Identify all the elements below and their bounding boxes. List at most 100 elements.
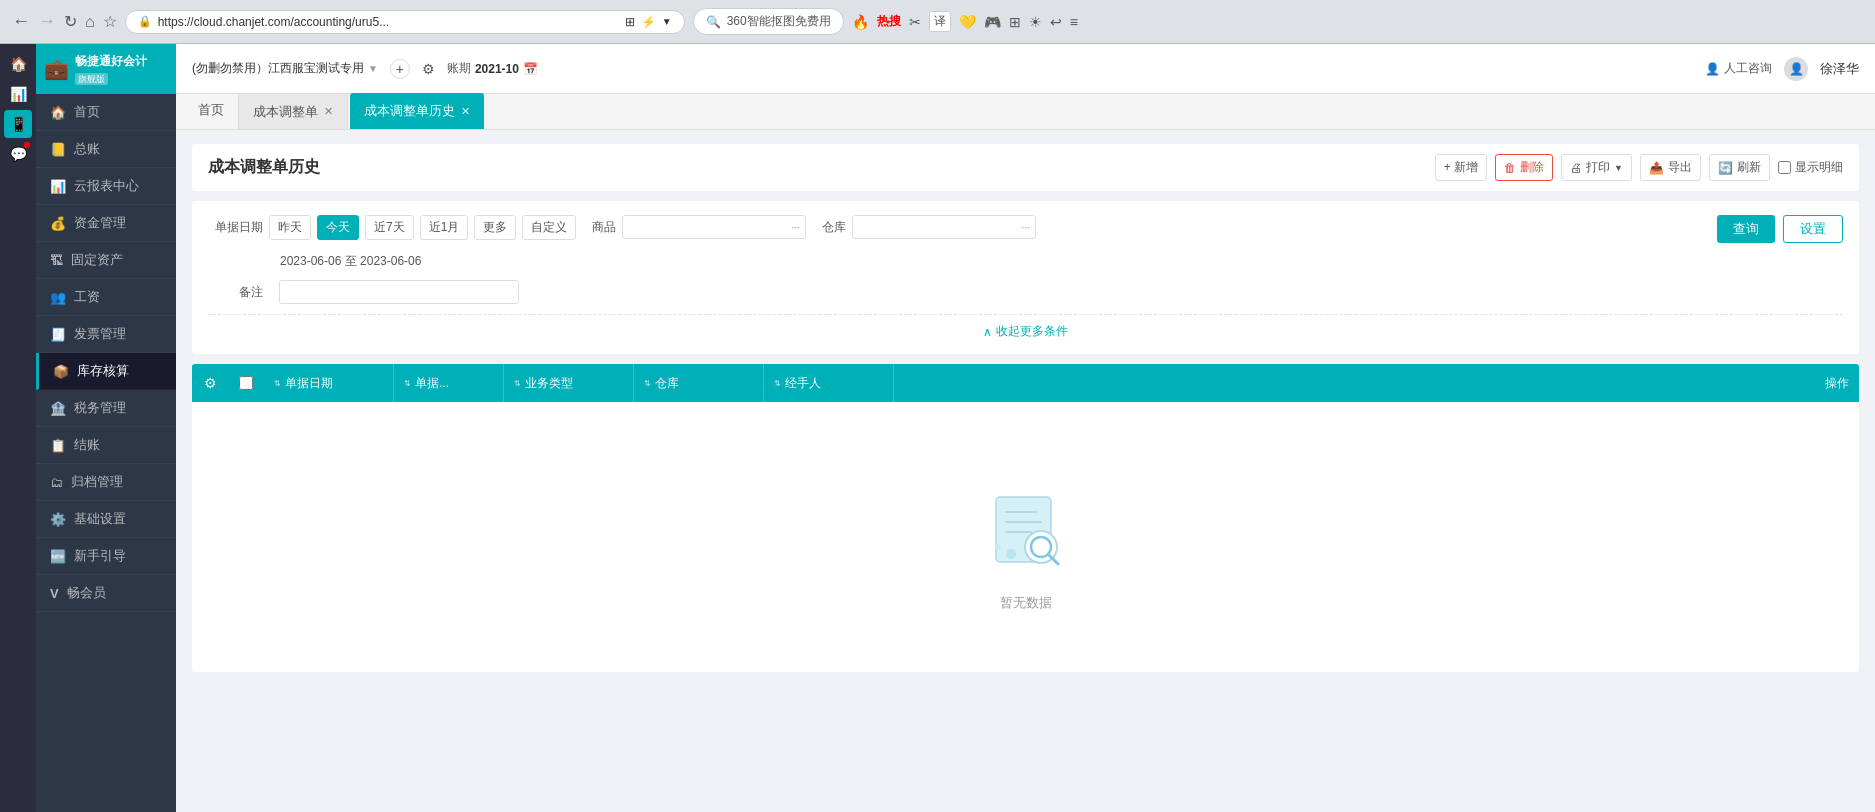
date-btn-1month[interactable]: 近1月: [420, 215, 469, 240]
empty-illustration: [976, 482, 1076, 582]
date-range-display: 2023-06-06 至 2023-06-06: [280, 253, 1843, 270]
new-button[interactable]: + 新增: [1435, 154, 1487, 181]
remark-label: 备注: [208, 284, 263, 301]
th-gear[interactable]: ⚙: [192, 375, 228, 391]
sort-up-handler: ⇅: [774, 379, 781, 388]
url-text: https://cloud.chanjet.com/accounting/uru…: [158, 15, 389, 29]
date-filter-label: 单据日期: [208, 219, 263, 236]
date-btn-7days[interactable]: 近7天: [365, 215, 414, 240]
print-label: 打印: [1586, 159, 1610, 176]
home-nav-icon: 🏠: [50, 105, 66, 120]
calendar-icon[interactable]: 📅: [523, 62, 538, 76]
tab-home[interactable]: 首页: [184, 93, 238, 129]
collapse-button[interactable]: ∧ 收起更多条件: [983, 323, 1068, 340]
icon-bar-item-4[interactable]: 💬: [4, 140, 32, 168]
th-checkbox-cell[interactable]: [228, 376, 264, 390]
export-label: 导出: [1668, 159, 1692, 176]
brightness-icon: ☀: [1029, 14, 1042, 30]
reload-button[interactable]: ↻: [64, 12, 77, 31]
sidebar-item-inventory-label: 库存核算: [77, 362, 129, 380]
th-ops-label: 操作: [1825, 375, 1849, 392]
icon-bar-item-3[interactable]: 📱: [4, 110, 32, 138]
settings-nav-icon: ⚙️: [50, 512, 66, 527]
company-name: (勿删勿禁用）江西服宝测试专用: [192, 60, 364, 77]
th-date-label: 单据日期: [285, 375, 333, 392]
sidebar-item-funds[interactable]: 💰 资金管理: [36, 205, 176, 242]
show-detail-checkbox-label[interactable]: 显示明细: [1778, 159, 1843, 176]
date-btn-custom[interactable]: 自定义: [522, 215, 576, 240]
support-label: 人工咨询: [1724, 60, 1772, 77]
user-avatar[interactable]: 👤: [1784, 57, 1808, 81]
page-actions: + 新增 🗑 删除 🖨 打印 ▼ 📤 导出 🔄: [1435, 154, 1843, 181]
tab-cost-adjust-history[interactable]: 成本调整单历史 ✕: [350, 93, 484, 129]
select-all-checkbox[interactable]: [239, 376, 253, 390]
sort-up-date: ⇅: [274, 379, 281, 388]
th-num[interactable]: ⇅ 单据...: [394, 364, 504, 402]
search-bar[interactable]: 🔍 360智能抠图免费用: [693, 8, 844, 35]
query-button[interactable]: 查询: [1717, 215, 1775, 243]
sort-up-warehouse: ⇅: [644, 379, 651, 388]
tabs-bar: 首页 成本调整单 ✕ 成本调整单历史 ✕: [176, 94, 1875, 130]
icon-bar-item-2[interactable]: 📊: [4, 80, 32, 108]
tab-cost-adjust[interactable]: 成本调整单 ✕: [238, 93, 348, 129]
th-warehouse[interactable]: ⇅ 仓库: [634, 364, 764, 402]
sidebar-item-archive[interactable]: 🗂 归档管理: [36, 464, 176, 501]
remark-input[interactable]: [279, 280, 519, 304]
show-detail-checkbox[interactable]: [1778, 161, 1791, 174]
refresh-icon: 🔄: [1718, 161, 1733, 175]
icon-bar: 🏠 📊 📱 💬: [0, 44, 36, 812]
dropdown-icon: ▼: [662, 16, 672, 27]
warehouse-select[interactable]: [852, 215, 1036, 239]
page-area: 成本调整单历史 + 新增 🗑 删除 🖨 打印 ▼ 📤 导出: [176, 130, 1875, 812]
sidebar-item-guide[interactable]: 🆕 新手引导: [36, 538, 176, 575]
sidebar-item-tax[interactable]: 🏦 税务管理: [36, 390, 176, 427]
bookmark-button[interactable]: ☆: [103, 12, 117, 31]
sidebar-item-fixed-assets[interactable]: 🏗 固定资产: [36, 242, 176, 279]
tab-cost-adjust-close[interactable]: ✕: [324, 105, 333, 118]
sidebar-item-settings[interactable]: ⚙️ 基础设置: [36, 501, 176, 538]
th-date[interactable]: ⇅ 单据日期: [264, 364, 394, 402]
sidebar-item-payroll[interactable]: 👥 工资: [36, 279, 176, 316]
date-btn-yesterday[interactable]: 昨天: [269, 215, 311, 240]
sidebar-item-home[interactable]: 🏠 首页: [36, 94, 176, 131]
setting-button[interactable]: 设置: [1783, 215, 1843, 243]
sidebar-item-inventory[interactable]: 📦 库存核算: [36, 353, 176, 390]
back-button[interactable]: ←: [12, 11, 30, 32]
home-button[interactable]: ⌂: [85, 13, 95, 31]
goods-select-wrap[interactable]: ···: [622, 215, 806, 239]
tab-cost-adjust-history-label: 成本调整单历史: [364, 102, 455, 120]
tab-cost-adjust-history-close[interactable]: ✕: [461, 105, 470, 118]
company-selector[interactable]: (勿删勿禁用）江西服宝测试专用 ▼: [192, 60, 378, 77]
refresh-button[interactable]: 🔄 刷新: [1709, 154, 1770, 181]
th-handler[interactable]: ⇅ 经手人: [764, 364, 894, 402]
export-button[interactable]: 📤 导出: [1640, 154, 1701, 181]
top-bar: (勿删勿禁用）江西服宝测试专用 ▼ + ⚙ 账期 2021-10 📅 👤 人工咨…: [176, 44, 1875, 94]
cloud-settings-button[interactable]: ⚙: [422, 61, 435, 77]
icon-bar-item-1[interactable]: 🏠: [4, 50, 32, 78]
sidebar-item-membership[interactable]: V 畅会员: [36, 575, 176, 612]
date-btn-more[interactable]: 更多: [474, 215, 516, 240]
date-filter-group: 单据日期 昨天 今天 近7天 近1月 更多 自定义: [208, 215, 576, 240]
sidebar-item-reports[interactable]: 📊 云报表中心: [36, 168, 176, 205]
add-company-button[interactable]: +: [390, 59, 410, 79]
sidebar: 💼 畅捷通好会计 旗舰版 🏠 首页 📒 总账 📊 云报表中心 💰 资金管理: [36, 44, 176, 812]
browser-chrome: ← → ↻ ⌂ ☆ 🔒 https://cloud.chanjet.com/ac…: [0, 0, 1875, 44]
sidebar-item-closing[interactable]: 📋 结账: [36, 427, 176, 464]
version-badge: 旗舰版: [75, 73, 108, 85]
goods-select[interactable]: [622, 215, 806, 239]
th-biztype[interactable]: ⇅ 业务类型: [504, 364, 634, 402]
support-action[interactable]: 👤 人工咨询: [1705, 60, 1772, 77]
sidebar-item-ledger[interactable]: 📒 总账: [36, 131, 176, 168]
membership-nav-icon: V: [50, 586, 59, 601]
sidebar-item-invoice[interactable]: 🧾 发票管理: [36, 316, 176, 353]
print-button[interactable]: 🖨 打印 ▼: [1561, 154, 1632, 181]
user-name[interactable]: 徐泽华: [1820, 60, 1859, 78]
warehouse-select-wrap[interactable]: ···: [852, 215, 1036, 239]
date-btn-today[interactable]: 今天: [317, 215, 359, 240]
top-bar-left: (勿删勿禁用）江西服宝测试专用 ▼ + ⚙ 账期 2021-10 📅: [192, 59, 1705, 79]
sidebar-item-reports-label: 云报表中心: [74, 177, 139, 195]
forward-button[interactable]: →: [38, 11, 56, 32]
delete-icon: 🗑: [1504, 161, 1516, 175]
address-bar[interactable]: 🔒 https://cloud.chanjet.com/accounting/u…: [125, 10, 685, 34]
delete-button[interactable]: 🗑 删除: [1495, 154, 1553, 181]
